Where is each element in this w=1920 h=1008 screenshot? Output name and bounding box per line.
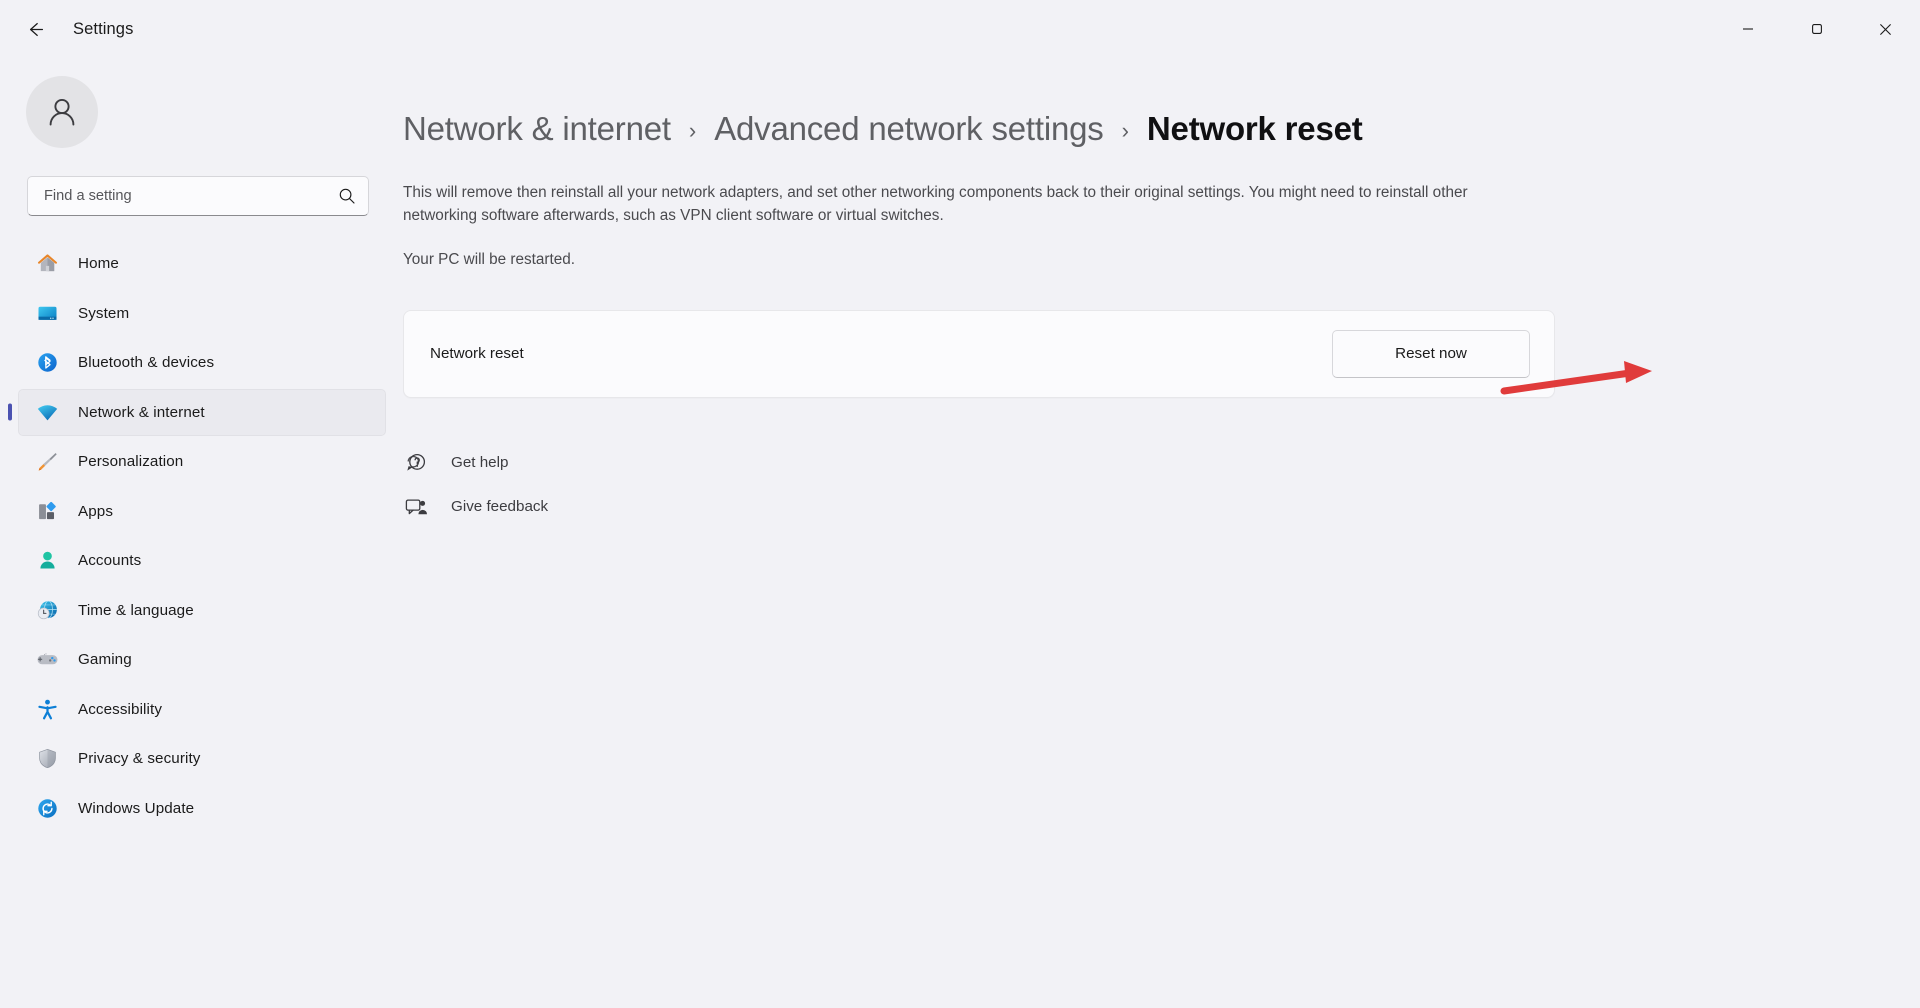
sidebar-item-system[interactable]: System: [18, 290, 386, 337]
back-button[interactable]: [14, 11, 56, 47]
app-title: Settings: [73, 19, 134, 38]
network-reset-card: Network reset Reset now: [403, 309, 1555, 398]
give-feedback-link[interactable]: Give feedback: [403, 494, 548, 520]
accessibility-icon: [35, 697, 59, 721]
network-reset-label: Network reset: [430, 345, 524, 363]
update-icon: [35, 796, 59, 820]
restart-note: Your PC will be restarted.: [403, 251, 576, 269]
paintbrush-icon: [35, 450, 59, 474]
get-help-link[interactable]: Get help: [403, 450, 508, 476]
sidebar-item-label: Accessibility: [78, 700, 163, 718]
sidebar-item-personalization[interactable]: Personalization: [18, 438, 386, 485]
window-controls: [1713, 0, 1920, 58]
avatar[interactable]: [26, 76, 98, 148]
gamepad-icon: [35, 648, 59, 672]
reset-now-button[interactable]: Reset now: [1332, 329, 1530, 378]
search-input[interactable]: [44, 188, 338, 204]
shield-icon: [35, 747, 59, 771]
feedback-icon: [403, 494, 429, 520]
sidebar-item-gaming[interactable]: Gaming: [18, 636, 386, 683]
sidebar-item-home[interactable]: Home: [18, 240, 386, 287]
sidebar-item-label: Gaming: [78, 651, 132, 668]
sidebar-item-label: Apps: [78, 502, 114, 520]
breadcrumb-link-network-internet[interactable]: Network & internet: [403, 110, 671, 148]
sidebar-item-label: Personalization: [78, 453, 184, 470]
sidebar-item-windows-update[interactable]: Windows Update: [18, 785, 386, 832]
sidebar-item-accessibility[interactable]: Accessibility: [18, 686, 386, 733]
sidebar-item-label: System: [78, 304, 130, 322]
search-wrapper: [27, 176, 369, 216]
search-icon: [338, 187, 356, 205]
sidebar-item-network-internet[interactable]: Network & internet: [18, 388, 386, 436]
home-icon: [35, 252, 59, 276]
sidebar-item-label: Home: [78, 255, 119, 272]
wifi-icon: [35, 400, 59, 424]
system-icon: [35, 301, 59, 325]
sidebar-item-label: Accounts: [78, 552, 142, 569]
avatar-row: [0, 58, 395, 176]
sidebar-item-label: Windows Update: [78, 799, 195, 817]
sidebar-item-bluetooth-devices[interactable]: Bluetooth & devices: [18, 339, 386, 386]
sidebar-nav: Home System Bluetooth & devices Network …: [0, 240, 395, 1008]
maximize-icon: [1811, 24, 1822, 34]
apps-icon: [35, 499, 59, 523]
sidebar-item-accounts[interactable]: Accounts: [18, 537, 386, 584]
help-icon: [403, 450, 429, 476]
title-bar: Settings: [0, 0, 1920, 58]
sidebar-item-label: Time & language: [78, 601, 194, 619]
back-arrow-icon: [29, 22, 43, 36]
page-description: This will remove then reinstall all your…: [403, 184, 1468, 224]
minimize-button[interactable]: [1713, 0, 1782, 58]
person-icon: [49, 98, 75, 126]
sidebar-item-label: Network & internet: [78, 403, 205, 421]
close-button[interactable]: [1851, 0, 1920, 58]
sidebar: Home Sy: [0, 58, 395, 1008]
settings-window: Settings Find a setting Home System Blue…: [0, 0, 1920, 1008]
sidebar-item-apps[interactable]: Apps: [18, 488, 386, 535]
breadcrumb: Network & internet › Advanced network se…: [403, 110, 1862, 148]
sidebar-item-time-language[interactable]: Time & language: [18, 587, 386, 634]
sidebar-item-label: Bluetooth & devices: [78, 354, 215, 371]
breadcrumb-separator-icon: ›: [688, 118, 697, 143]
clock-globe-icon: [35, 598, 59, 622]
footer-links: Get help Give feedback: [403, 450, 1862, 520]
get-help-label: Get help: [451, 454, 509, 472]
minimize-icon: [1742, 28, 1753, 30]
search-box[interactable]: [27, 176, 369, 216]
main-content: Network & internet › Advanced network se…: [395, 58, 1920, 1008]
page-title: Network reset: [1146, 110, 1363, 147]
maximize-button[interactable]: [1782, 0, 1851, 58]
window-body: Home Sy: [0, 58, 1920, 1008]
sidebar-item-label: Privacy & security: [78, 750, 201, 767]
close-icon: [1880, 23, 1891, 35]
give-feedback-label: Give feedback: [451, 498, 549, 516]
sidebar-item-privacy-security[interactable]: Privacy & security: [18, 735, 386, 782]
breadcrumb-link-advanced-network-settings[interactable]: Advanced network settings: [714, 110, 1104, 148]
account-icon: [35, 549, 59, 573]
breadcrumb-separator-icon: ›: [1121, 118, 1129, 143]
bluetooth-icon: [35, 351, 59, 375]
